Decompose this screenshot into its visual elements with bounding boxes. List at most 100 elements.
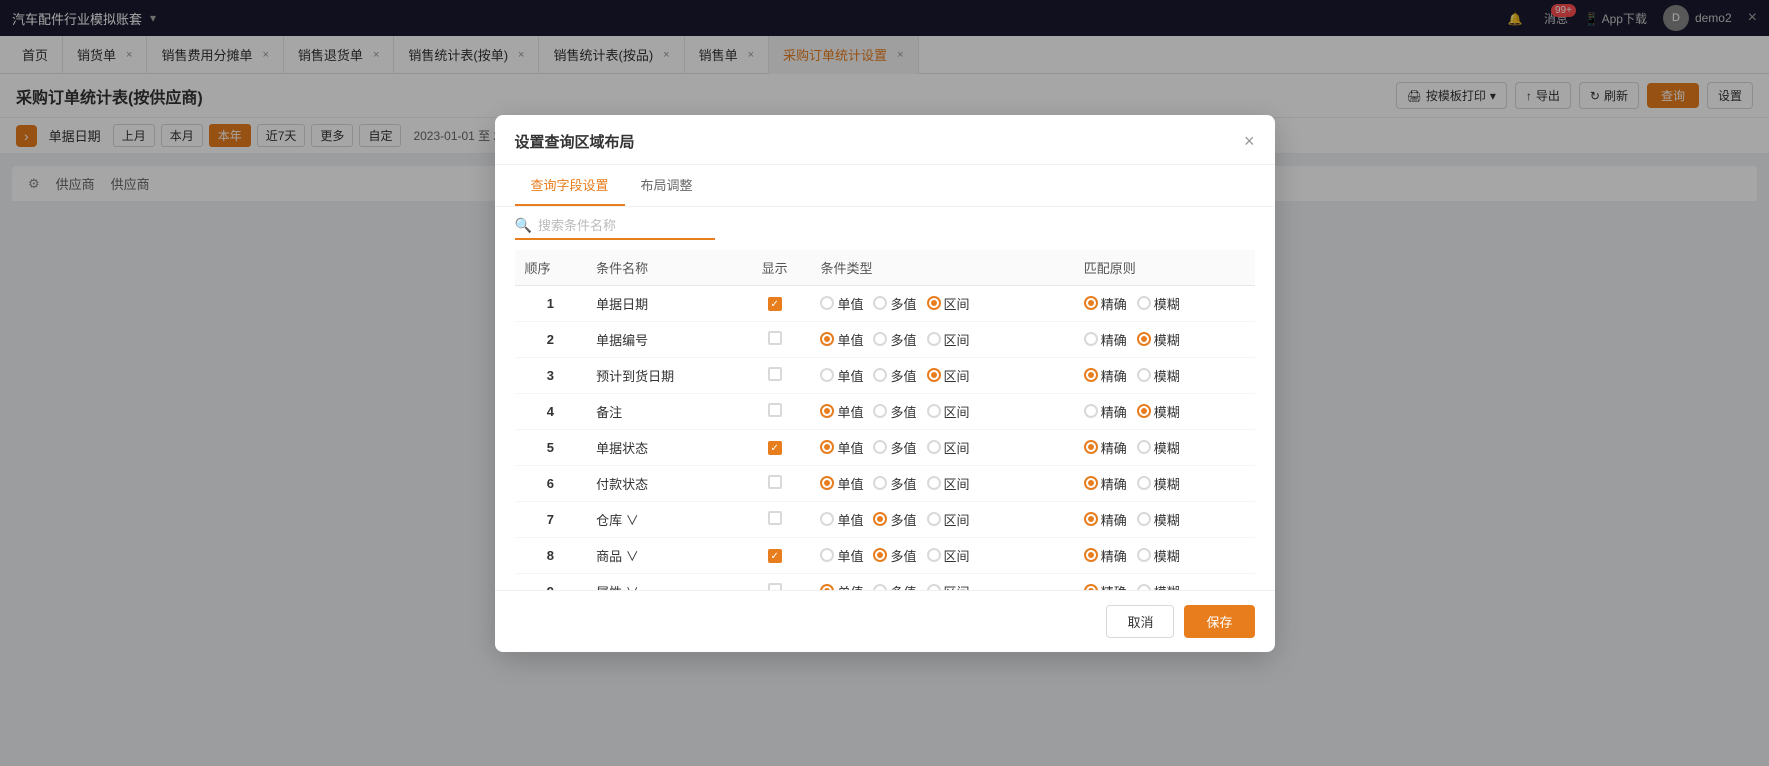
match-radio-模糊-0[interactable]: 模糊 [1137,294,1180,313]
checkbox-display-4[interactable]: ✓ [768,441,782,455]
checkbox-display-3[interactable] [768,403,782,417]
checkbox-display-1[interactable] [768,331,782,345]
type-radio-单值-1[interactable]: 单值 [820,330,863,349]
radio-circle-match-2 [1137,368,1151,382]
row-display-7[interactable]: ✓ [739,537,811,573]
match-radio-模糊-6[interactable]: 模糊 [1137,510,1180,529]
match-radio-模糊-7[interactable]: 模糊 [1137,546,1180,565]
row-order-8: 9 [515,573,587,590]
cancel-btn[interactable]: 取消 [1106,605,1174,638]
type-radio-区间-5[interactable]: 区间 [927,474,970,493]
search-wrapper: 🔍 [515,217,715,240]
type-radio-单值-6[interactable]: 单值 [820,510,863,529]
match-radio-精确-0[interactable]: 精确 [1084,294,1127,313]
table-row: 9属性 ∨单值多值区间精确模糊 [515,573,1255,590]
radio-circle-type-7 [820,548,834,562]
type-radio-区间-3[interactable]: 区间 [927,402,970,421]
radio-circle-match-6 [1137,512,1151,526]
match-radio-模糊-3[interactable]: 模糊 [1137,402,1180,421]
type-radio-多值-0[interactable]: 多值 [873,294,916,313]
radio-circle-type-0 [820,296,834,310]
dialog-footer: 取消 保存 [495,590,1275,652]
row-name-7: 商品 ∨ [586,537,739,573]
checkbox-display-0[interactable]: ✓ [768,297,782,311]
save-btn[interactable]: 保存 [1184,605,1254,638]
dialog-close-btn[interactable]: × [1244,132,1255,150]
match-label-4: 精确 [1101,438,1127,457]
row-name-6: 仓库 ∨ [586,501,739,537]
type-label-3: 单值 [837,402,863,421]
checkbox-display-8[interactable] [768,583,782,590]
type-radio-多值-3[interactable]: 多值 [873,402,916,421]
type-label-1: 多值 [890,330,916,349]
match-radio-精确-8[interactable]: 精确 [1084,582,1127,590]
match-radio-精确-3[interactable]: 精确 [1084,402,1127,421]
match-radio-模糊-8[interactable]: 模糊 [1137,582,1180,590]
type-radio-单值-2[interactable]: 单值 [820,366,863,385]
type-radio-多值-5[interactable]: 多值 [873,474,916,493]
type-radio-区间-2[interactable]: 区间 [927,366,970,385]
type-radio-单值-7[interactable]: 单值 [820,546,863,565]
row-match-7: 精确模糊 [1074,537,1255,573]
row-display-1[interactable] [739,321,811,357]
checkbox-display-2[interactable] [768,367,782,381]
checkbox-display-6[interactable] [768,511,782,525]
match-radio-精确-7[interactable]: 精确 [1084,546,1127,565]
match-radio-模糊-4[interactable]: 模糊 [1137,438,1180,457]
radio-circle-match-5 [1084,476,1098,490]
type-radio-区间-4[interactable]: 区间 [927,438,970,457]
type-radio-单值-5[interactable]: 单值 [820,474,863,493]
type-label-7: 多值 [890,546,916,565]
row-display-0[interactable]: ✓ [739,285,811,321]
row-match-4: 精确模糊 [1074,429,1255,465]
radio-circle-match-3 [1137,404,1151,418]
type-radio-多值-1[interactable]: 多值 [873,330,916,349]
dialog-tab-query[interactable]: 查询字段设置 [515,165,625,206]
type-radio-多值-6[interactable]: 多值 [873,510,916,529]
type-radio-单值-4[interactable]: 单值 [820,438,863,457]
type-radio-多值-8[interactable]: 多值 [873,582,916,590]
match-radio-精确-2[interactable]: 精确 [1084,366,1127,385]
row-display-5[interactable] [739,465,811,501]
match-radio-精确-5[interactable]: 精确 [1084,474,1127,493]
type-radio-多值-7[interactable]: 多值 [873,546,916,565]
radio-circle-type-3 [927,404,941,418]
checkbox-display-7[interactable]: ✓ [768,549,782,563]
row-display-2[interactable] [739,357,811,393]
type-radio-单值-3[interactable]: 单值 [820,402,863,421]
row-display-8[interactable] [739,573,811,590]
radio-circle-match-2 [1084,368,1098,382]
type-radio-区间-7[interactable]: 区间 [927,546,970,565]
type-radio-区间-1[interactable]: 区间 [927,330,970,349]
type-radio-多值-4[interactable]: 多值 [873,438,916,457]
search-input[interactable] [538,218,698,233]
type-radio-区间-6[interactable]: 区间 [927,510,970,529]
type-radio-单值-8[interactable]: 单值 [820,582,863,590]
match-label-5: 模糊 [1154,474,1180,493]
row-order-4: 5 [515,429,587,465]
type-radio-区间-8[interactable]: 区间 [927,582,970,590]
type-radio-区间-0[interactable]: 区间 [927,294,970,313]
row-display-3[interactable] [739,393,811,429]
type-radio-多值-2[interactable]: 多值 [873,366,916,385]
match-radio-精确-6[interactable]: 精确 [1084,510,1127,529]
row-match-6: 精确模糊 [1074,501,1255,537]
match-radio-模糊-1[interactable]: 模糊 [1137,330,1180,349]
match-label-0: 模糊 [1154,294,1180,313]
row-type-2: 单值多值 区间 [810,357,1073,393]
radio-circle-type-5 [927,476,941,490]
match-label-8: 精确 [1101,582,1127,590]
checkbox-display-5[interactable] [768,475,782,489]
match-radio-精确-4[interactable]: 精确 [1084,438,1127,457]
match-radio-模糊-2[interactable]: 模糊 [1137,366,1180,385]
type-radio-单值-0[interactable]: 单值 [820,294,863,313]
row-name-3: 备注 [586,393,739,429]
type-label-2: 区间 [944,366,970,385]
radio-circle-type-1 [873,332,887,346]
dialog-tab-layout[interactable]: 布局调整 [625,165,709,206]
row-display-6[interactable] [739,501,811,537]
radio-circle-type-1 [820,332,834,346]
row-display-4[interactable]: ✓ [739,429,811,465]
match-radio-模糊-5[interactable]: 模糊 [1137,474,1180,493]
match-radio-精确-1[interactable]: 精确 [1084,330,1127,349]
